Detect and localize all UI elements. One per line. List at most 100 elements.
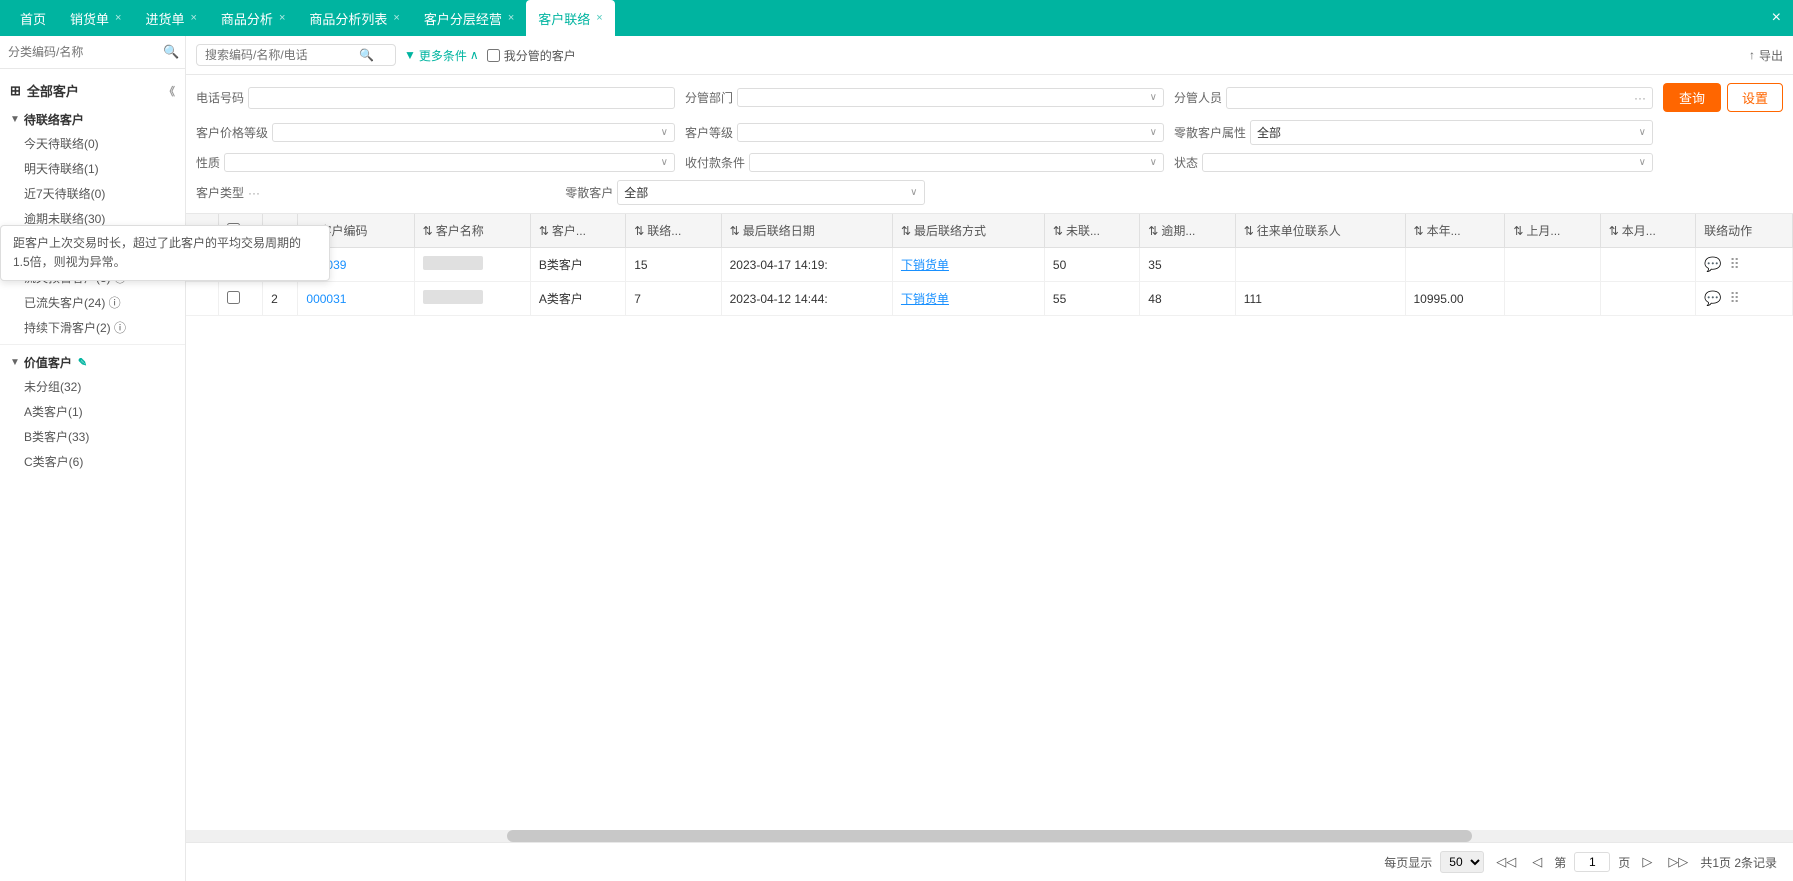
first-page-button[interactable]: ◁◁: [1492, 853, 1520, 871]
table-header-last-method[interactable]: ⇅最后联络方式: [892, 214, 1044, 248]
customer-level-select[interactable]: ∨: [737, 123, 1164, 142]
filter-retail-attr: 零散客户属性 全部 ∨: [1174, 120, 1653, 145]
price-level-select[interactable]: ∨: [272, 123, 675, 142]
table-header-unit-contacts[interactable]: ⇅往来单位联系人: [1235, 214, 1405, 248]
table-header-overdue[interactable]: ⇅逾期...: [1140, 214, 1235, 248]
next-page-button[interactable]: ▷: [1638, 853, 1656, 871]
sidebar-item-declining[interactable]: 持续下滑客户(2) ⓘ: [0, 315, 185, 340]
collapse-icon[interactable]: 《: [164, 83, 175, 99]
more-action-icon[interactable]: ⠿: [1730, 290, 1740, 307]
cell-last-method[interactable]: 下销货单: [892, 248, 1044, 282]
filter-customer-level: 客户等级 ∨: [685, 123, 1164, 142]
close-icon[interactable]: ×: [190, 12, 196, 24]
sort-icon: ⇅: [539, 224, 549, 238]
nav-product-analysis-list[interactable]: 商品分析列表 ×: [297, 0, 411, 36]
sidebar-item-tomorrow[interactable]: 明天待联络(1): [0, 156, 185, 181]
cell-actions: 💬 ⠿: [1696, 248, 1793, 282]
sidebar-item-class-a[interactable]: A类客户(1): [0, 399, 185, 424]
export-button[interactable]: ↑ 导出: [1749, 47, 1783, 64]
retail-customer-select[interactable]: 全部 ∨: [617, 180, 924, 205]
table-row: 2 000031 A类客户 7 2023-04-12 14:44: 下销货单 5…: [186, 282, 1793, 316]
retail-attr-select[interactable]: 全部 ∨: [1250, 120, 1653, 145]
nav-product-analysis[interactable]: 商品分析 ×: [209, 0, 297, 36]
close-icon[interactable]: ×: [393, 12, 399, 24]
chevron-down-icon: ∨: [1639, 127, 1646, 138]
sort-icon: ⇅: [1244, 224, 1254, 238]
table-wrap: ⚙ # ⇅客户编码 ⇅客户名称 ⇅客户...: [186, 214, 1793, 830]
table-header-last-date[interactable]: ⇅最后联络日期: [721, 214, 892, 248]
scrollbar-thumb[interactable]: [507, 830, 1471, 842]
sidebar-all-customers[interactable]: ⊞ 全部客户 《: [0, 75, 185, 106]
status-select[interactable]: ∨: [1202, 153, 1653, 172]
table-header-name[interactable]: ⇅客户名称: [414, 214, 530, 248]
per-page-select[interactable]: 50: [1440, 851, 1484, 873]
dept-select[interactable]: ∨: [737, 88, 1164, 107]
nav-sales-order[interactable]: 销货单 ×: [58, 0, 133, 36]
content-area: 🔍 ▼ 更多条件 ∧ 我分管的客户 ↑ 导出 电话号码: [186, 36, 1793, 881]
sidebar-section-waiting[interactable]: ▼ 待联络客户: [0, 106, 185, 131]
table-header-this-month[interactable]: ⇅本月...: [1600, 214, 1695, 248]
search-icon[interactable]: 🔍: [359, 48, 374, 62]
more-icon[interactable]: ···: [1634, 91, 1646, 105]
table-header-last-month[interactable]: ⇅上月...: [1505, 214, 1600, 248]
settings-button[interactable]: 设置: [1727, 83, 1783, 112]
cell-code[interactable]: 000031: [298, 282, 414, 316]
tooltip-box: 距客户上次交易时长，超过了此客户的平均交易周期的1.5倍，则视为异常。: [0, 225, 330, 281]
export-icon: ↑: [1749, 48, 1755, 62]
cell-checkbox: [218, 282, 263, 316]
page-number-input[interactable]: [1574, 852, 1610, 872]
sidebar-item-class-b[interactable]: B类客户(33): [0, 424, 185, 449]
close-icon[interactable]: ×: [508, 12, 514, 24]
payment-select[interactable]: ∨: [749, 153, 1164, 172]
sort-icon: ⇅: [1513, 224, 1523, 238]
manager-select[interactable]: ···: [1226, 87, 1653, 109]
my-customer-check[interactable]: [487, 49, 500, 62]
cell-unit-contacts: 111: [1235, 282, 1405, 316]
horizontal-scrollbar[interactable]: [186, 830, 1793, 842]
filter-price-level: 客户价格等级 ∨: [196, 123, 675, 142]
my-customer-checkbox[interactable]: 我分管的客户: [487, 47, 576, 64]
close-icon[interactable]: ×: [279, 12, 285, 24]
nav-purchase-order[interactable]: 进货单 ×: [133, 0, 208, 36]
sidebar-search-input[interactable]: [8, 45, 163, 59]
cell-last-method[interactable]: 下销货单: [892, 282, 1044, 316]
gender-select[interactable]: ∨: [224, 153, 675, 172]
close-icon[interactable]: ×: [115, 12, 121, 24]
table-header-actions: 联络动作: [1696, 214, 1793, 248]
last-page-button[interactable]: ▷▷: [1664, 853, 1692, 871]
close-icon[interactable]: ×: [596, 12, 602, 24]
sidebar-section-value[interactable]: ▼ 价值客户 ✎: [0, 349, 185, 374]
sidebar-item-ungrouped[interactable]: 未分组(32): [0, 374, 185, 399]
prev-page-button[interactable]: ◁: [1528, 853, 1546, 871]
filter-dept: 分管部门 ∨: [685, 88, 1164, 107]
row-checkbox[interactable]: [227, 291, 240, 304]
contact-icon[interactable]: 💬: [1704, 256, 1721, 273]
filter-gender: 性质 ∨: [196, 153, 675, 172]
more-action-icon[interactable]: ⠿: [1730, 256, 1740, 273]
cell-empty: [186, 282, 218, 316]
phone-input[interactable]: [248, 87, 675, 109]
chevron-down-icon: ∨: [661, 157, 668, 168]
cell-overdue: 35: [1140, 248, 1235, 282]
search-input[interactable]: [205, 48, 355, 62]
more-options-icon[interactable]: ···: [248, 186, 260, 200]
edit-value-icon[interactable]: ✎: [78, 356, 87, 369]
search-icon[interactable]: 🔍: [163, 44, 179, 60]
cell-unread: 55: [1044, 282, 1139, 316]
more-filter-button[interactable]: ▼ 更多条件 ∧: [404, 47, 479, 64]
sidebar-item-7days[interactable]: 近7天待联络(0): [0, 181, 185, 206]
table-header-unread[interactable]: ⇅未联...: [1044, 214, 1139, 248]
table-header-type[interactable]: ⇅客户...: [530, 214, 625, 248]
nav-customer-segment[interactable]: 客户分层经营 ×: [412, 0, 526, 36]
sidebar-item-class-c[interactable]: C类客户(6): [0, 449, 185, 474]
nav-customer-contact[interactable]: 客户联络 ×: [526, 0, 614, 36]
contact-icon[interactable]: 💬: [1704, 290, 1721, 307]
window-close-icon[interactable]: ×: [1772, 9, 1781, 27]
table-header-this-year[interactable]: ⇅本年...: [1405, 214, 1505, 248]
sidebar-item-today[interactable]: 今天待联络(0): [0, 131, 185, 156]
sidebar-item-churned[interactable]: 已流失客户(24) ⓘ: [0, 290, 185, 315]
table-header-contact-count[interactable]: ⇅联络...: [626, 214, 721, 248]
nav-home[interactable]: 首页: [8, 0, 58, 36]
query-button[interactable]: 查询: [1663, 83, 1721, 112]
table-row: 1 000039 B类客户 15 2023-04-17 14:19: 下销货单 …: [186, 248, 1793, 282]
